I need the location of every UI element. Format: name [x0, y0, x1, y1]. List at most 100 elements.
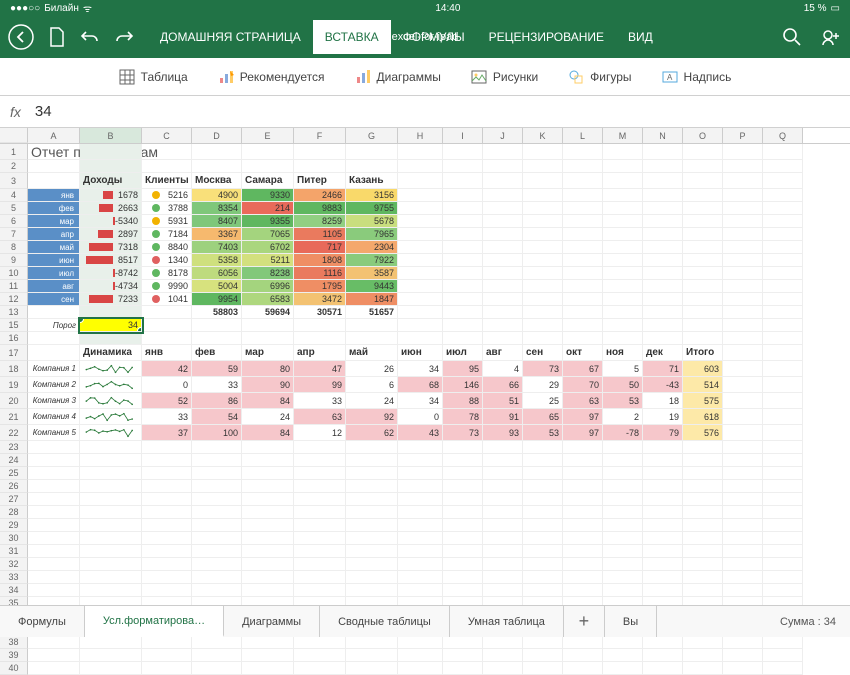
moscow-cell[interactable]: 8354: [192, 202, 242, 215]
data-cell[interactable]: 67: [563, 361, 603, 377]
data-cell[interactable]: 52: [142, 393, 192, 409]
samara-cell[interactable]: 9330: [242, 189, 294, 202]
sheet-tab-6[interactable]: Вы: [604, 606, 657, 637]
row-total[interactable]: 618: [683, 409, 723, 425]
share-button[interactable]: [820, 27, 842, 47]
header-cell[interactable]: [523, 173, 563, 189]
row-total[interactable]: 576: [683, 425, 723, 441]
row-header-39[interactable]: 39: [0, 649, 28, 662]
data-cell[interactable]: 43: [398, 425, 443, 441]
piter-cell[interactable]: 3472: [294, 293, 346, 306]
row-header-5[interactable]: 5: [0, 202, 28, 215]
month-label[interactable]: авг: [28, 280, 80, 293]
data-cell[interactable]: 34: [398, 393, 443, 409]
col-header-C[interactable]: C: [142, 128, 192, 143]
data-cell[interactable]: -78: [603, 425, 643, 441]
month-header[interactable]: сен: [523, 345, 563, 361]
moscow-cell[interactable]: 9954: [192, 293, 242, 306]
row-total[interactable]: 514: [683, 377, 723, 393]
data-cell[interactable]: 59: [192, 361, 242, 377]
row-header-17[interactable]: 17: [0, 345, 28, 361]
header-cell[interactable]: Клиенты: [142, 173, 192, 189]
moscow-cell[interactable]: 6056: [192, 267, 242, 280]
clients-cell[interactable]: 5216: [142, 189, 192, 202]
ribbon-pictures[interactable]: Рисунки: [471, 69, 538, 85]
col-header-O[interactable]: O: [683, 128, 723, 143]
file-button[interactable]: [48, 27, 66, 47]
month-header[interactable]: июл: [443, 345, 483, 361]
col-header-B[interactable]: B: [80, 128, 142, 143]
company-label[interactable]: Компания 1: [28, 361, 80, 377]
data-cell[interactable]: 0: [398, 409, 443, 425]
piter-cell[interactable]: 1116: [294, 267, 346, 280]
moscow-cell[interactable]: 5004: [192, 280, 242, 293]
header-cell[interactable]: [398, 173, 443, 189]
row-header-15[interactable]: 15: [0, 319, 28, 332]
ribbon-charts[interactable]: Диаграммы: [355, 69, 441, 85]
report-title[interactable]: Отчет по продажам: [28, 144, 80, 160]
data-cell[interactable]: 42: [142, 361, 192, 377]
data-cell[interactable]: 51: [483, 393, 523, 409]
month-header[interactable]: ноя: [603, 345, 643, 361]
data-cell[interactable]: 68: [398, 377, 443, 393]
data-cell[interactable]: 97: [563, 425, 603, 441]
data-cell[interactable]: 63: [563, 393, 603, 409]
tab-review[interactable]: РЕЦЕНЗИРОВАНИЕ: [477, 20, 616, 54]
moscow-cell[interactable]: 3367: [192, 228, 242, 241]
sparkline-cell[interactable]: [80, 409, 142, 425]
row-header-33[interactable]: 33: [0, 571, 28, 584]
row-header-12[interactable]: 12: [0, 293, 28, 306]
data-cell[interactable]: 146: [443, 377, 483, 393]
data-cell[interactable]: 100: [192, 425, 242, 441]
month-label[interactable]: сен: [28, 293, 80, 306]
data-cell[interactable]: 33: [294, 393, 346, 409]
data-cell[interactable]: 50: [603, 377, 643, 393]
header-cell[interactable]: [443, 173, 483, 189]
ribbon-textbox[interactable]: A Надпись: [662, 69, 732, 85]
row-total[interactable]: 575: [683, 393, 723, 409]
col-header-N[interactable]: N: [643, 128, 683, 143]
tab-insert[interactable]: ВСТАВКА: [313, 20, 391, 54]
row-header-40[interactable]: 40: [0, 662, 28, 675]
row-header-32[interactable]: 32: [0, 558, 28, 571]
month-header[interactable]: окт: [563, 345, 603, 361]
row-header-7[interactable]: 7: [0, 228, 28, 241]
undo-button[interactable]: [80, 29, 100, 45]
sheet-tab-4[interactable]: Сводные таблицы: [320, 606, 450, 637]
row-header-20[interactable]: 20: [0, 393, 28, 409]
sparkline-cell[interactable]: [80, 377, 142, 393]
data-cell[interactable]: 29: [523, 377, 563, 393]
clients-cell[interactable]: 3788: [142, 202, 192, 215]
kazan-cell[interactable]: 3587: [346, 267, 398, 280]
data-cell[interactable]: 62: [346, 425, 398, 441]
month-label[interactable]: янв: [28, 189, 80, 202]
data-cell[interactable]: 66: [483, 377, 523, 393]
month-header[interactable]: авг: [483, 345, 523, 361]
kazan-cell[interactable]: 7965: [346, 228, 398, 241]
piter-cell[interactable]: 1808: [294, 254, 346, 267]
data-cell[interactable]: 79: [643, 425, 683, 441]
tab-formulas[interactable]: ФОРМУЛЫ: [391, 20, 477, 54]
data-cell[interactable]: 26: [346, 361, 398, 377]
sparkline-cell[interactable]: [80, 361, 142, 377]
data-cell[interactable]: 95: [443, 361, 483, 377]
formula-bar[interactable]: fx 34: [0, 96, 850, 128]
clients-cell[interactable]: 7184: [142, 228, 192, 241]
piter-cell[interactable]: 8259: [294, 215, 346, 228]
col-header-D[interactable]: D: [192, 128, 242, 143]
row-header-3[interactable]: 3: [0, 173, 28, 189]
total-cell[interactable]: 58803: [192, 306, 242, 319]
col-header-F[interactable]: F: [294, 128, 346, 143]
month-header[interactable]: янв: [142, 345, 192, 361]
company-label[interactable]: Компания 5: [28, 425, 80, 441]
moscow-cell[interactable]: 4900: [192, 189, 242, 202]
col-header-L[interactable]: L: [563, 128, 603, 143]
kazan-cell[interactable]: 5678: [346, 215, 398, 228]
clients-cell[interactable]: 5931: [142, 215, 192, 228]
samara-cell[interactable]: 214: [242, 202, 294, 215]
row-header-24[interactable]: 24: [0, 454, 28, 467]
col-header-M[interactable]: M: [603, 128, 643, 143]
row-header-38[interactable]: 38: [0, 636, 28, 649]
row-header-13[interactable]: 13: [0, 306, 28, 319]
sheet-tab-3[interactable]: Диаграммы: [224, 606, 320, 637]
